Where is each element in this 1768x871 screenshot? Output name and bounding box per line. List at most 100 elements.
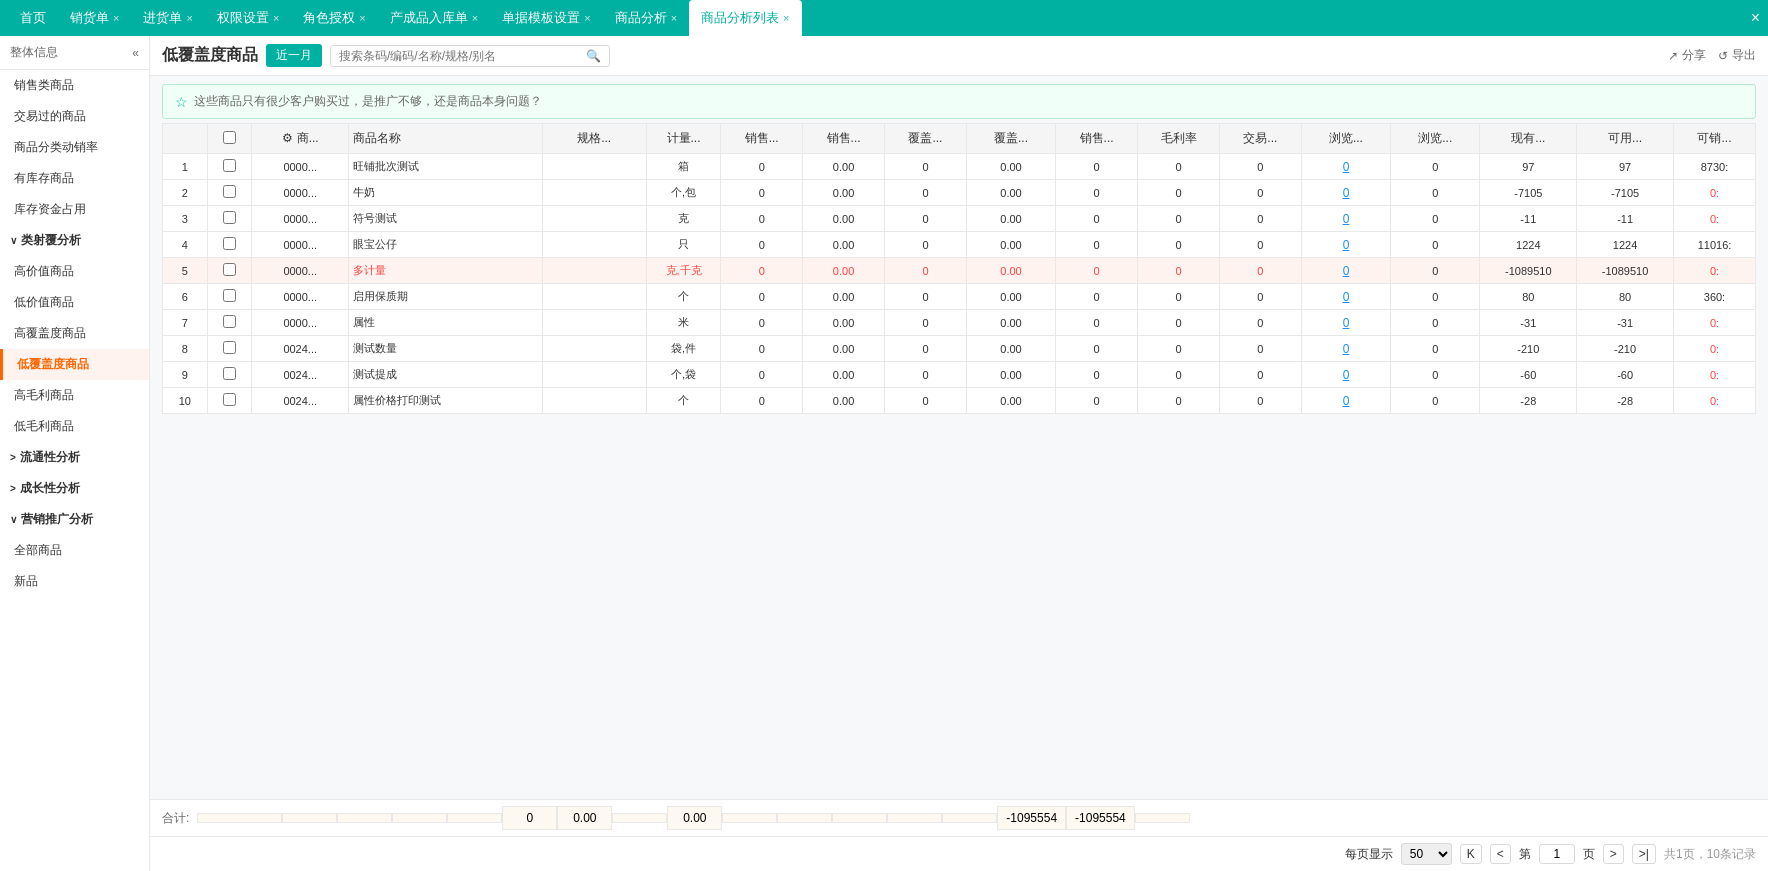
row-checkbox[interactable] — [223, 341, 236, 354]
row-checkbox-cell[interactable] — [207, 388, 252, 414]
sidebar-item-高毛利商品[interactable]: 高毛利商品 — [0, 380, 149, 411]
table-cell: 1224 — [1577, 232, 1674, 258]
table-container[interactable]: ⚙商... 商品名称 规格... 计量... 销售... 销售... 覆盖...… — [150, 123, 1768, 799]
sidebar-item-有库存商品[interactable]: 有库存商品 — [0, 163, 149, 194]
sidebar-item-低毛利商品[interactable]: 低毛利商品 — [0, 411, 149, 442]
settings-icon[interactable]: ⚙ — [282, 131, 293, 145]
row-checkbox-cell[interactable] — [207, 362, 252, 388]
footer-avail: -1095554 — [1066, 806, 1135, 830]
sidebar-group-marketing[interactable]: ∨营销推广分析 — [0, 504, 149, 535]
tab-close-icon[interactable]: × — [671, 12, 677, 24]
browse1-link-cell[interactable]: 0 — [1301, 388, 1390, 414]
row-checkbox-cell[interactable] — [207, 154, 252, 180]
sidebar-item-高价值商品[interactable]: 高价值商品 — [0, 256, 149, 287]
tab-close-icon[interactable]: × — [273, 12, 279, 24]
browse1-link-cell[interactable]: 0 — [1301, 284, 1390, 310]
row-checkbox-cell[interactable] — [207, 310, 252, 336]
table-cell: 0.00 — [966, 232, 1055, 258]
last-page-button[interactable]: >| — [1632, 844, 1656, 864]
first-page-button[interactable]: K — [1460, 844, 1482, 864]
table-cell: 0 — [1056, 258, 1138, 284]
table-cell: 0 — [1219, 258, 1301, 284]
row-checkbox-cell[interactable] — [207, 258, 252, 284]
tab-close-icon[interactable]: × — [186, 12, 192, 24]
nav-tab-单据模板设置[interactable]: 单据模板设置 × — [490, 0, 602, 36]
export-button[interactable]: ↺ 导出 — [1718, 47, 1756, 64]
sidebar-group-growth[interactable]: >成长性分析 — [0, 473, 149, 504]
row-checkbox-cell[interactable] — [207, 180, 252, 206]
sidebar-item-销售类商品[interactable]: 销售类商品 — [0, 70, 149, 101]
search-icon[interactable]: 🔍 — [586, 49, 601, 63]
row-checkbox[interactable] — [223, 159, 236, 172]
row-checkbox-cell[interactable] — [207, 232, 252, 258]
browse1-link[interactable]: 0 — [1343, 264, 1350, 278]
period-button[interactable]: 近一月 — [266, 44, 322, 67]
row-checkbox[interactable] — [223, 393, 236, 406]
sidebar-item-新品[interactable]: 新品 — [0, 566, 149, 597]
sidebar-group-flow[interactable]: >流通性分析 — [0, 442, 149, 473]
sidebar-item-高覆盖度商品[interactable]: 高覆盖度商品 — [0, 318, 149, 349]
sidebar-item-交易过的商品[interactable]: 交易过的商品 — [0, 101, 149, 132]
tab-close-icon[interactable]: × — [472, 12, 478, 24]
browse1-link-cell[interactable]: 0 — [1301, 180, 1390, 206]
browse1-link-cell[interactable]: 0 — [1301, 154, 1390, 180]
browse1-link[interactable]: 0 — [1343, 316, 1350, 330]
sidebar-collapse-btn[interactable]: « — [132, 46, 139, 60]
table-header-row: ⚙商... 商品名称 规格... 计量... 销售... 销售... 覆盖...… — [163, 124, 1756, 154]
browse1-link-cell[interactable]: 0 — [1301, 258, 1390, 284]
sidebar-item-低价值商品[interactable]: 低价值商品 — [0, 287, 149, 318]
per-page-select[interactable]: 50 20 100 — [1401, 843, 1452, 865]
row-checkbox[interactable] — [223, 263, 236, 276]
row-checkbox-cell[interactable] — [207, 206, 252, 232]
nav-tab-角色授权[interactable]: 角色授权 × — [291, 0, 377, 36]
row-checkbox[interactable] — [223, 315, 236, 328]
next-page-button[interactable]: > — [1603, 844, 1624, 864]
row-checkbox[interactable] — [223, 367, 236, 380]
tab-close-icon[interactable]: × — [359, 12, 365, 24]
select-all-checkbox[interactable] — [223, 131, 236, 144]
row-checkbox[interactable] — [223, 211, 236, 224]
browse1-link-cell[interactable]: 0 — [1301, 362, 1390, 388]
row-checkbox[interactable] — [223, 237, 236, 250]
browse1-link-cell[interactable]: 0 — [1301, 336, 1390, 362]
nav-tab-商品分析列表[interactable]: 商品分析列表 × — [689, 0, 801, 36]
sidebar-item-全部商品[interactable]: 全部商品 — [0, 535, 149, 566]
row-checkbox-cell[interactable] — [207, 336, 252, 362]
window-close-button[interactable]: × — [1751, 9, 1760, 27]
browse1-link-cell[interactable]: 0 — [1301, 206, 1390, 232]
share-button[interactable]: ↗ 分享 — [1668, 47, 1706, 64]
browse1-link[interactable]: 0 — [1343, 394, 1350, 408]
browse1-link[interactable]: 0 — [1343, 212, 1350, 226]
tab-close-icon[interactable]: × — [113, 12, 119, 24]
row-checkbox[interactable] — [223, 185, 236, 198]
search-input[interactable] — [339, 49, 586, 63]
browse1-link-cell[interactable]: 0 — [1301, 310, 1390, 336]
nav-tab-商品分析[interactable]: 商品分析 × — [603, 0, 689, 36]
nav-tab-首页[interactable]: 首页 — [8, 0, 58, 36]
footer-cov2: 0.00 — [667, 806, 722, 830]
prev-page-button[interactable]: < — [1490, 844, 1511, 864]
footer-sellable — [1135, 813, 1190, 823]
browse1-link[interactable]: 0 — [1343, 238, 1350, 252]
table-cell: 0 — [1219, 284, 1301, 310]
table-cell: 0 — [1138, 310, 1220, 336]
nav-tab-进货单[interactable]: 进货单 × — [131, 0, 204, 36]
browse1-link[interactable]: 0 — [1343, 342, 1350, 356]
row-checkbox[interactable] — [223, 289, 236, 302]
nav-tab-销货单[interactable]: 销货单 × — [58, 0, 131, 36]
tab-close-icon[interactable]: × — [783, 12, 789, 24]
page-number-input[interactable] — [1539, 844, 1575, 864]
nav-tab-产成品入库单[interactable]: 产成品入库单 × — [378, 0, 490, 36]
sidebar-item-库存资金占用[interactable]: 库存资金占用 — [0, 194, 149, 225]
sidebar-group-analysis[interactable]: ∨类射覆分析 — [0, 225, 149, 256]
sidebar-item-商品分类动销率[interactable]: 商品分类动销率 — [0, 132, 149, 163]
browse1-link[interactable]: 0 — [1343, 290, 1350, 304]
row-checkbox-cell[interactable] — [207, 284, 252, 310]
browse1-link[interactable]: 0 — [1343, 368, 1350, 382]
browse1-link[interactable]: 0 — [1343, 186, 1350, 200]
browse1-link-cell[interactable]: 0 — [1301, 232, 1390, 258]
nav-tab-权限设置[interactable]: 权限设置 × — [205, 0, 291, 36]
tab-close-icon[interactable]: × — [584, 12, 590, 24]
browse1-link[interactable]: 0 — [1343, 160, 1350, 174]
sidebar-item-低覆盖度商品[interactable]: 低覆盖度商品 — [0, 349, 149, 380]
